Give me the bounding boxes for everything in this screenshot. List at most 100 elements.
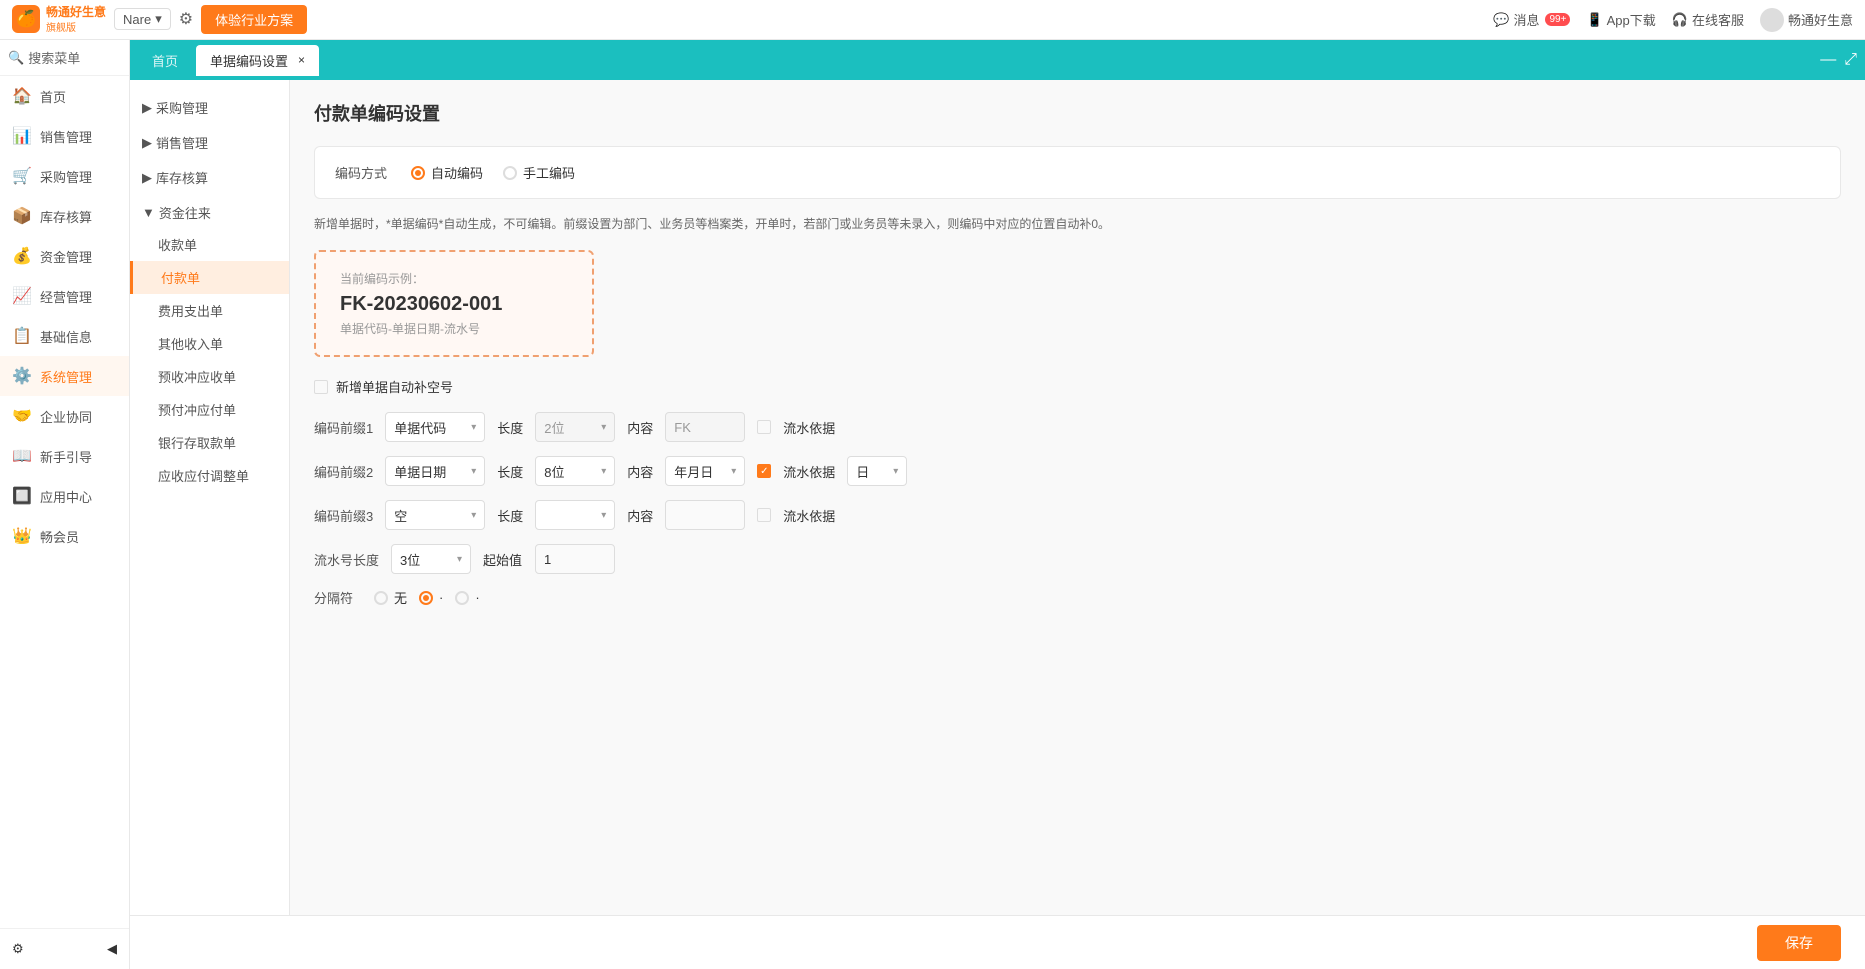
sidebar-item-sales[interactable]: 📊 销售管理 [0,116,129,156]
sidebar-collapse-icon[interactable]: ◀ [107,941,117,957]
sidebar-item-system[interactable]: ⚙️ 系统管理 [0,356,129,396]
manual-encode-radio[interactable]: 手工编码 [503,163,575,182]
prefix3-select[interactable]: 空▾ [385,500,485,530]
sep-dot-checked [419,591,433,605]
tab-encode-settings[interactable]: 单据编码设置 × [196,45,319,76]
top-bar-right: 💬 消息 99+ 📱 App下载 🎧 在线客服 畅通好生意 [1493,8,1853,32]
tab-home[interactable]: 首页 [138,45,192,76]
prefix2-length-label: 长度 [497,462,523,481]
sidebar-item-home[interactable]: 🏠 首页 [0,76,129,116]
prefix2-content-select[interactable]: 年月日▾ [665,456,745,486]
sub-group-sales-title[interactable]: ▶ 销售管理 [130,127,289,158]
tab-close-icon[interactable]: × [298,53,305,67]
preview-code: FK-20230602-001 [340,293,568,316]
separator-row: 分隔符 无 · · [314,588,1841,607]
auto-fill-row: 新增单据自动补空号 [314,377,1841,396]
encoding-mode-radio-group: 编码方式 自动编码 手工编码 [335,163,1820,182]
message-item[interactable]: 💬 消息 99+ [1493,10,1570,29]
sidebar-item-finance[interactable]: 💰 资金管理 [0,236,129,276]
experience-btn[interactable]: 体验行业方案 [201,5,307,34]
prefix3-content-label: 内容 [627,506,653,525]
prefix-row-1: 编码前缀1 单据代码▾ 长度 2位▾ 内容 流水依据 [314,412,1841,442]
serial-label: 流水号长度 [314,550,379,569]
sidebar-item-vip[interactable]: 👑 畅会员 [0,516,129,556]
corp-icon: 🤝 [12,406,32,426]
sidebar-item-guide[interactable]: 📖 新手引导 [0,436,129,476]
sidebar-item-basic[interactable]: 📋 基础信息 [0,316,129,356]
prefix2-flowing-checkbox[interactable]: ✓ [757,464,771,478]
sub-item-prepay-offset[interactable]: 预收冲应收单 [130,360,289,393]
prefix1-content-input [665,412,745,442]
preview-box: 当前编码示例： FK-20230602-001 单据代码-单据日期-流水号 [314,250,594,357]
prefix3-flowing-checkbox[interactable] [757,508,771,522]
sidebar-item-apps[interactable]: 🔲 应用中心 [0,476,129,516]
user-avatar[interactable]: 畅通好生意 [1760,8,1853,32]
save-button[interactable]: 保存 [1757,925,1841,961]
prefix3-length-select[interactable]: ▾ [535,500,615,530]
prefix-row-3: 编码前缀3 空▾ 长度 ▾ 内容 流水依据 [314,500,1841,530]
inventory-icon: 📦 [12,206,32,226]
settings-icon[interactable]: ⚙ [179,9,193,29]
operation-icon: 📈 [12,286,32,306]
info-text: 新增单据时，*单据编码*自动生成，不可编辑。前缀设置为部门、业务员等档案类，开单… [314,215,1841,234]
prefix3-content-input[interactable] [665,500,745,530]
guide-icon: 📖 [12,446,32,466]
auto-fill-checkbox[interactable] [314,380,328,394]
prefix2-length-select[interactable]: 8位▾ [535,456,615,486]
prefix1-select[interactable]: 单据代码▾ [385,412,485,442]
sub-group-inventory-title[interactable]: ▶ 库存核算 [130,162,289,193]
prefix1-flowing-checkbox[interactable] [757,420,771,434]
prefix2-label: 编码前缀2 [314,462,373,481]
online-service-item[interactable]: 🎧 在线客服 [1672,10,1744,29]
auto-fill-label: 新增单据自动补空号 [336,377,453,396]
tab-expand-icon[interactable]: ⤢ [1844,51,1857,69]
sep-dot2-radio[interactable]: · [455,590,479,605]
sidebar-item-purchase[interactable]: 🛒 采购管理 [0,156,129,196]
sidebar-item-inventory[interactable]: 📦 库存核算 [0,196,129,236]
sub-group-capital-title[interactable]: ▼ 资金往来 [130,197,289,228]
prefix3-label: 编码前缀3 [314,506,373,525]
brand: 🍊 畅通好生意 旗舰版 [12,5,106,34]
sub-group-sales: ▶ 销售管理 [130,127,289,158]
sep-none-dot [374,591,388,605]
sidebar-settings-icon[interactable]: ⚙ [12,941,24,957]
page-title: 付款单编码设置 [314,100,1841,126]
avatar [1760,8,1784,32]
sidebar-item-operation[interactable]: 📈 经营管理 [0,276,129,316]
sub-item-other-income[interactable]: 其他收入单 [130,327,289,360]
serial-length-select[interactable]: 3位▾ [391,544,471,574]
prefix2-flowing-label: 流水依据 [783,462,835,481]
prefix2-period-select[interactable]: 日▾ [847,456,907,486]
separator-label: 分隔符 [314,588,354,607]
auto-encode-radio[interactable]: 自动编码 [411,163,483,182]
prefix2-select[interactable]: 单据日期▾ [385,456,485,486]
sub-item-receipt[interactable]: 收款单 [130,228,289,261]
arrow-icon-expanded: ▼ [142,205,155,220]
sub-group-purchase-title[interactable]: ▶ 采购管理 [130,92,289,123]
sub-sidebar: ▶ 采购管理 ▶ 销售管理 ▶ 库存核算 [130,80,290,915]
sub-item-bank[interactable]: 银行存取款单 [130,426,289,459]
start-value-input[interactable] [535,544,615,574]
prefix1-flowing-label: 流水依据 [783,418,835,437]
app-download-item[interactable]: 📱 App下载 [1586,10,1655,29]
tab-minimize-icon[interactable]: — [1820,51,1836,69]
sidebar-item-corp[interactable]: 🤝 企业协同 [0,396,129,436]
sub-item-payment[interactable]: 付款单 [130,261,289,294]
home-icon: 🏠 [12,86,32,106]
sep-none-radio[interactable]: 无 [374,588,407,607]
sub-item-prepaid-offset[interactable]: 预付冲应付单 [130,393,289,426]
arrow-icon: ▶ [142,135,152,151]
download-icon: 📱 [1586,12,1602,28]
brand-text: 畅通好生意 旗舰版 [46,5,106,34]
message-icon: 💬 [1493,12,1509,28]
sub-item-expense[interactable]: 费用支出单 [130,294,289,327]
finance-icon: 💰 [12,246,32,266]
sub-item-adjustment[interactable]: 应收应付调整单 [130,459,289,492]
serial-row: 流水号长度 3位▾ 起始值 [314,544,1841,574]
prefix1-label: 编码前缀1 [314,418,373,437]
sidebar-search[interactable]: 🔍 搜索菜单 [0,40,129,76]
sep-dot-radio[interactable]: · [419,590,443,605]
nav-dropdown[interactable]: Nare ▾ [114,8,171,30]
manual-encode-dot [503,166,517,180]
inner-layout: ▶ 采购管理 ▶ 销售管理 ▶ 库存核算 [130,80,1865,915]
